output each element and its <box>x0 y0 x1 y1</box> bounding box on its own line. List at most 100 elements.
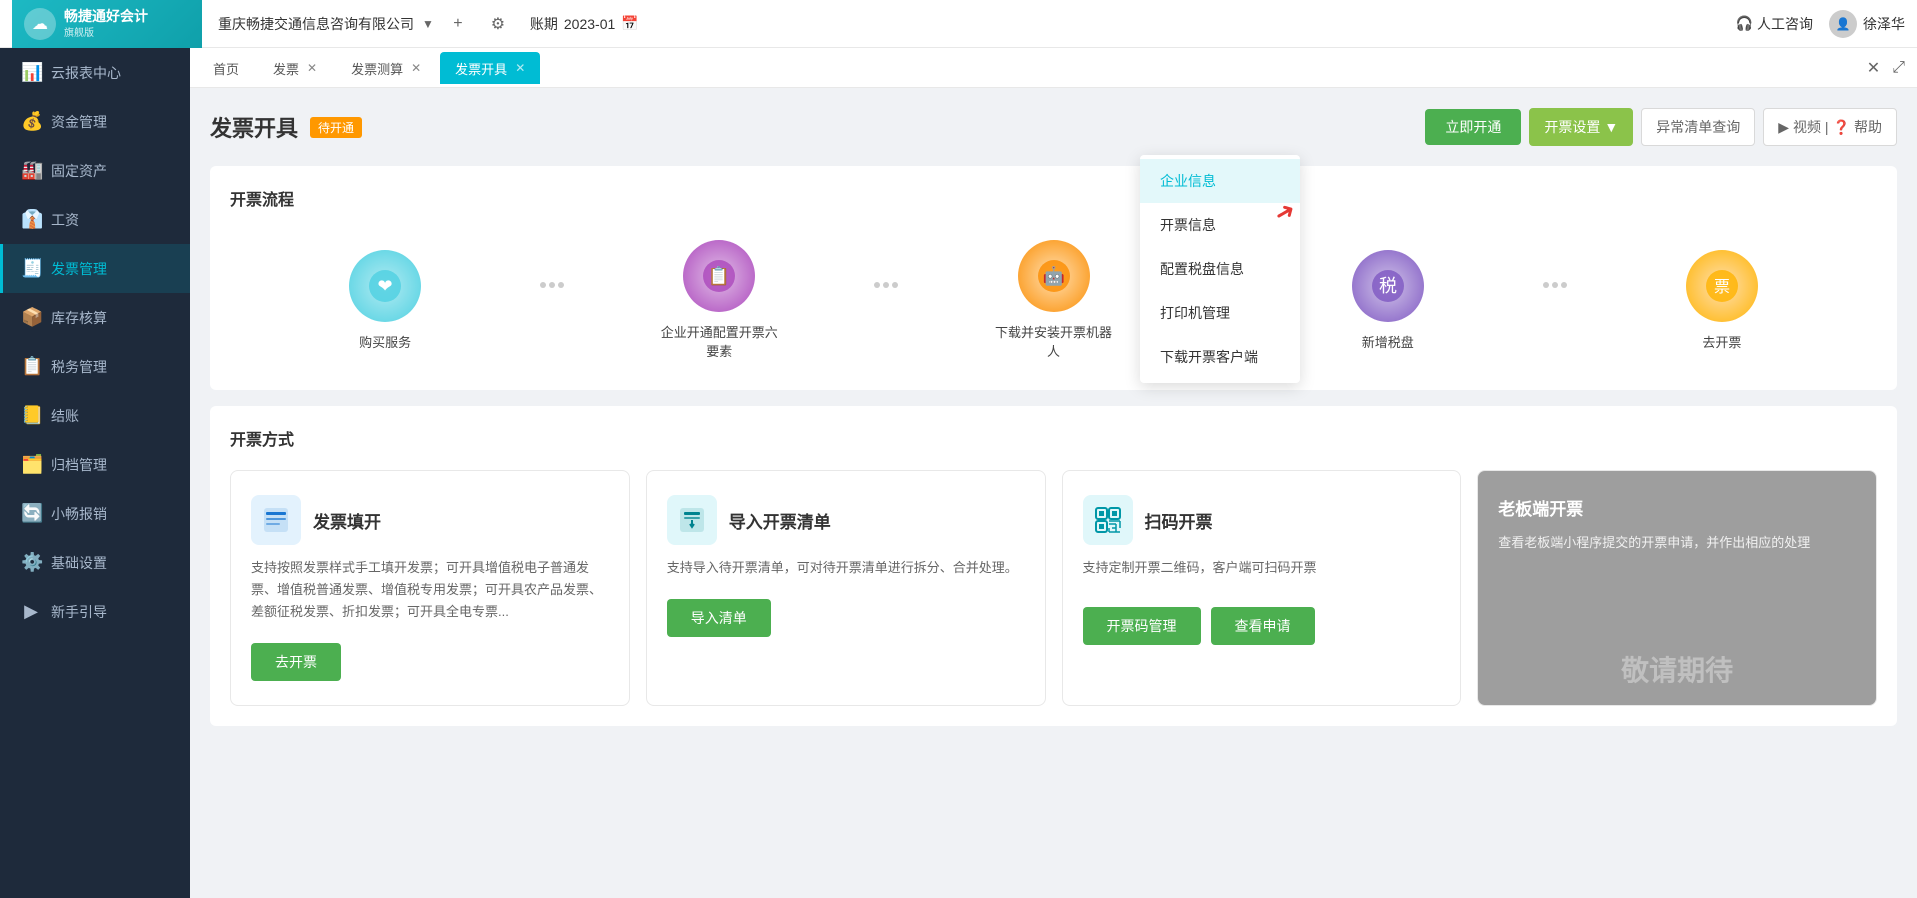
jichushezhi-icon: ⚙️ <box>21 552 41 573</box>
main-content: 发票开具 待开通 立即开通 开票设置 ▼ 异常清单查询 ▶ 视频 | ❓ 帮助 … <box>190 88 1917 898</box>
close-tab-button[interactable]: ✕ <box>1863 54 1884 82</box>
sidebar-item-shuiwu[interactable]: 📋 税务管理 <box>0 342 190 391</box>
service-label: 人工咨询 <box>1757 14 1813 34</box>
scan-view-btn[interactable]: 查看申请 <box>1211 607 1315 645</box>
method-card-boss: 老板端开票 查看老板端小程序提交的开票申请，并作出相应的处理 敬请期待 <box>1477 470 1877 706</box>
settings-button[interactable]: 开票设置 ▼ <box>1529 108 1633 146</box>
guding-icon: 🏭 <box>21 160 41 181</box>
add-company-button[interactable]: + <box>442 8 474 40</box>
dropdown-item-download-label: 下载开票客户端 <box>1160 349 1258 365</box>
sidebar-item-label-xiaochang: 小畅报销 <box>51 504 107 524</box>
flow-icon-5: 票 <box>1686 250 1758 322</box>
method-fill-desc: 支持按照发票样式手工填开发票；可开具增值税电子普通发票、增值税普通发票、增值税专… <box>251 557 609 623</box>
headset-icon: 🎧 <box>1736 15 1753 32</box>
flow-icon-3: 🤖 <box>1018 240 1090 312</box>
dropdown-item-download[interactable]: 下载开票客户端 <box>1140 335 1300 379</box>
xinshou-icon: ▶ <box>21 601 41 622</box>
dropdown-item-tax-disk[interactable]: 配置税盘信息 <box>1140 247 1300 291</box>
sidebar-item-yunbao[interactable]: 📊 云报表中心 <box>0 48 190 97</box>
guidang-icon: 🗂️ <box>21 454 41 475</box>
svg-text:🤖: 🤖 <box>1042 265 1064 286</box>
method-card-import-header: 导入开票清单 <box>667 495 1025 545</box>
flow-icon-4: 税 <box>1352 250 1424 322</box>
fill-btn[interactable]: 去开票 <box>251 643 341 681</box>
tab-invoice-open-close[interactable]: ✕ <box>515 61 525 75</box>
flow-step-2: 📋 企业开通配置开票六要素 <box>564 240 874 360</box>
logo-sub: 旗舰版 <box>64 24 148 39</box>
yunbao-icon: 📊 <box>21 62 41 83</box>
maximize-button[interactable]: ⤢ <box>1888 54 1909 82</box>
dropdown-item-company-label: 企业信息 <box>1160 173 1216 189</box>
dropdown-item-printer-label: 打印机管理 <box>1160 305 1230 321</box>
sidebar-item-kucun[interactable]: 📦 库存核算 <box>0 293 190 342</box>
user-area[interactable]: 👤 徐泽华 <box>1829 10 1905 38</box>
sidebar-item-guidang[interactable]: 🗂️ 归档管理 <box>0 440 190 489</box>
flow-step-3-label: 下载并安装开票机器人 <box>994 322 1114 360</box>
calendar-icon[interactable]: 📅 <box>621 15 638 32</box>
scan-buttons: 开票码管理 查看申请 <box>1083 599 1441 645</box>
sidebar-item-label-jiezhang: 结账 <box>51 406 79 426</box>
xiaochang-icon: 🔄 <box>21 503 41 524</box>
tab-invoice[interactable]: 发票 ✕ <box>258 52 332 84</box>
sidebar-item-xiaochang[interactable]: 🔄 小畅报销 <box>0 489 190 538</box>
settings-dropdown-arrow: ▼ <box>1604 119 1618 135</box>
company-area[interactable]: 重庆畅捷交通信息咨询有限公司 ▼ + ⚙ 账期 2023-01 📅 <box>202 8 663 40</box>
sidebar-item-label-jichushezhi: 基础设置 <box>51 553 107 573</box>
sidebar-item-label-guding: 固定资产 <box>51 161 107 181</box>
flow-step-5: 票 去开票 <box>1567 250 1877 351</box>
sidebar-item-label-xinshou: 新手引导 <box>51 602 107 622</box>
play-icon: ▶ <box>1778 119 1789 136</box>
anomaly-button[interactable]: 异常清单查询 <box>1641 108 1755 146</box>
flow-step-1: ❤ 购买服务 <box>230 250 540 351</box>
tab-invoice-close[interactable]: ✕ <box>307 61 317 75</box>
service-button[interactable]: 🎧 人工咨询 <box>1736 14 1813 34</box>
company-dropdown-icon[interactable]: ▼ <box>422 17 434 31</box>
flow-step-1-label: 购买服务 <box>359 332 411 351</box>
dropdown-item-company[interactable]: 企业信息 <box>1140 159 1300 203</box>
sidebar-item-xinshou[interactable]: ▶ 新手引导 <box>0 587 190 636</box>
page-title: 发票开具 <box>210 111 298 143</box>
flow-icon-1: ❤ <box>349 250 421 322</box>
scan-qr-btn[interactable]: 开票码管理 <box>1083 607 1201 645</box>
sidebar-item-jiezhang[interactable]: 📒 结账 <box>0 391 190 440</box>
tab-invoice-calc[interactable]: 发票测算 ✕ <box>336 52 436 84</box>
jiezhang-icon: 📒 <box>21 405 41 426</box>
settings-dropdown-menu: 企业信息 开票信息 配置税盘信息 打印机管理 下载开票客户端 <box>1140 155 1300 383</box>
boss-period-text: 敬请期待 <box>1621 655 1733 686</box>
method-card-boss-header: 老板端开票 <box>1498 495 1856 520</box>
sidebar-item-guding[interactable]: 🏭 固定资产 <box>0 146 190 195</box>
dropdown-item-tax-disk-label: 配置税盘信息 <box>1160 261 1244 277</box>
tab-invoice-open[interactable]: 发票开具 ✕ <box>440 52 540 84</box>
sidebar: 📊 云报表中心 💰 资金管理 🏭 固定资产 👔 工资 🧾 发票管理 📦 库存核算… <box>0 48 190 898</box>
dropdown-item-printer[interactable]: 打印机管理 <box>1140 291 1300 335</box>
method-card-scan-header: 扫码开票 <box>1083 495 1441 545</box>
method-boss-title: 老板端开票 <box>1498 495 1583 520</box>
svg-text:📋: 📋 <box>708 265 730 286</box>
tab-home[interactable]: 首页 <box>198 52 254 84</box>
status-badge: 待开通 <box>310 117 362 138</box>
period-label: 账期 <box>530 14 558 34</box>
scan-icon <box>1083 495 1133 545</box>
company-name: 重庆畅捷交通信息咨询有限公司 <box>218 14 414 34</box>
logo-area: ☁ 畅捷通好会计 旗舰版 <box>12 0 202 48</box>
sidebar-item-fapiao[interactable]: 🧾 发票管理 <box>0 244 190 293</box>
sidebar-item-gongzi[interactable]: 👔 工资 <box>0 195 190 244</box>
sidebar-item-zijin[interactable]: 💰 资金管理 <box>0 97 190 146</box>
method-card-fill-header: 发票填开 <box>251 495 609 545</box>
svg-text:税: 税 <box>1379 276 1397 296</box>
period-value: 2023-01 <box>564 16 615 32</box>
method-boss-desc: 查看老板端小程序提交的开票申请，并作出相应的处理 <box>1498 532 1856 554</box>
sidebar-item-label-guidang: 归档管理 <box>51 455 107 475</box>
import-icon <box>667 495 717 545</box>
method-card-fill: 发票填开 支持按照发票样式手工填开发票；可开具增值税电子普通发票、增值税普通发票… <box>230 470 630 706</box>
method-import-title: 导入开票清单 <box>729 508 831 533</box>
video-help-button[interactable]: ▶ 视频 | ❓ 帮助 <box>1763 108 1897 146</box>
activate-button[interactable]: 立即开通 <box>1425 109 1521 145</box>
sidebar-item-jichushezhi[interactable]: ⚙️ 基础设置 <box>0 538 190 587</box>
import-btn[interactable]: 导入清单 <box>667 599 771 637</box>
tab-invoice-calc-close[interactable]: ✕ <box>411 61 421 75</box>
header-actions: 立即开通 开票设置 ▼ 异常清单查询 ▶ 视频 | ❓ 帮助 <box>1425 108 1897 146</box>
settings-icon[interactable]: ⚙ <box>482 8 514 40</box>
tab-bar: 首页 发票 ✕ 发票测算 ✕ 发票开具 ✕ ✕ ⤢ <box>190 48 1917 88</box>
sidebar-item-label-shuiwu: 税务管理 <box>51 357 107 377</box>
